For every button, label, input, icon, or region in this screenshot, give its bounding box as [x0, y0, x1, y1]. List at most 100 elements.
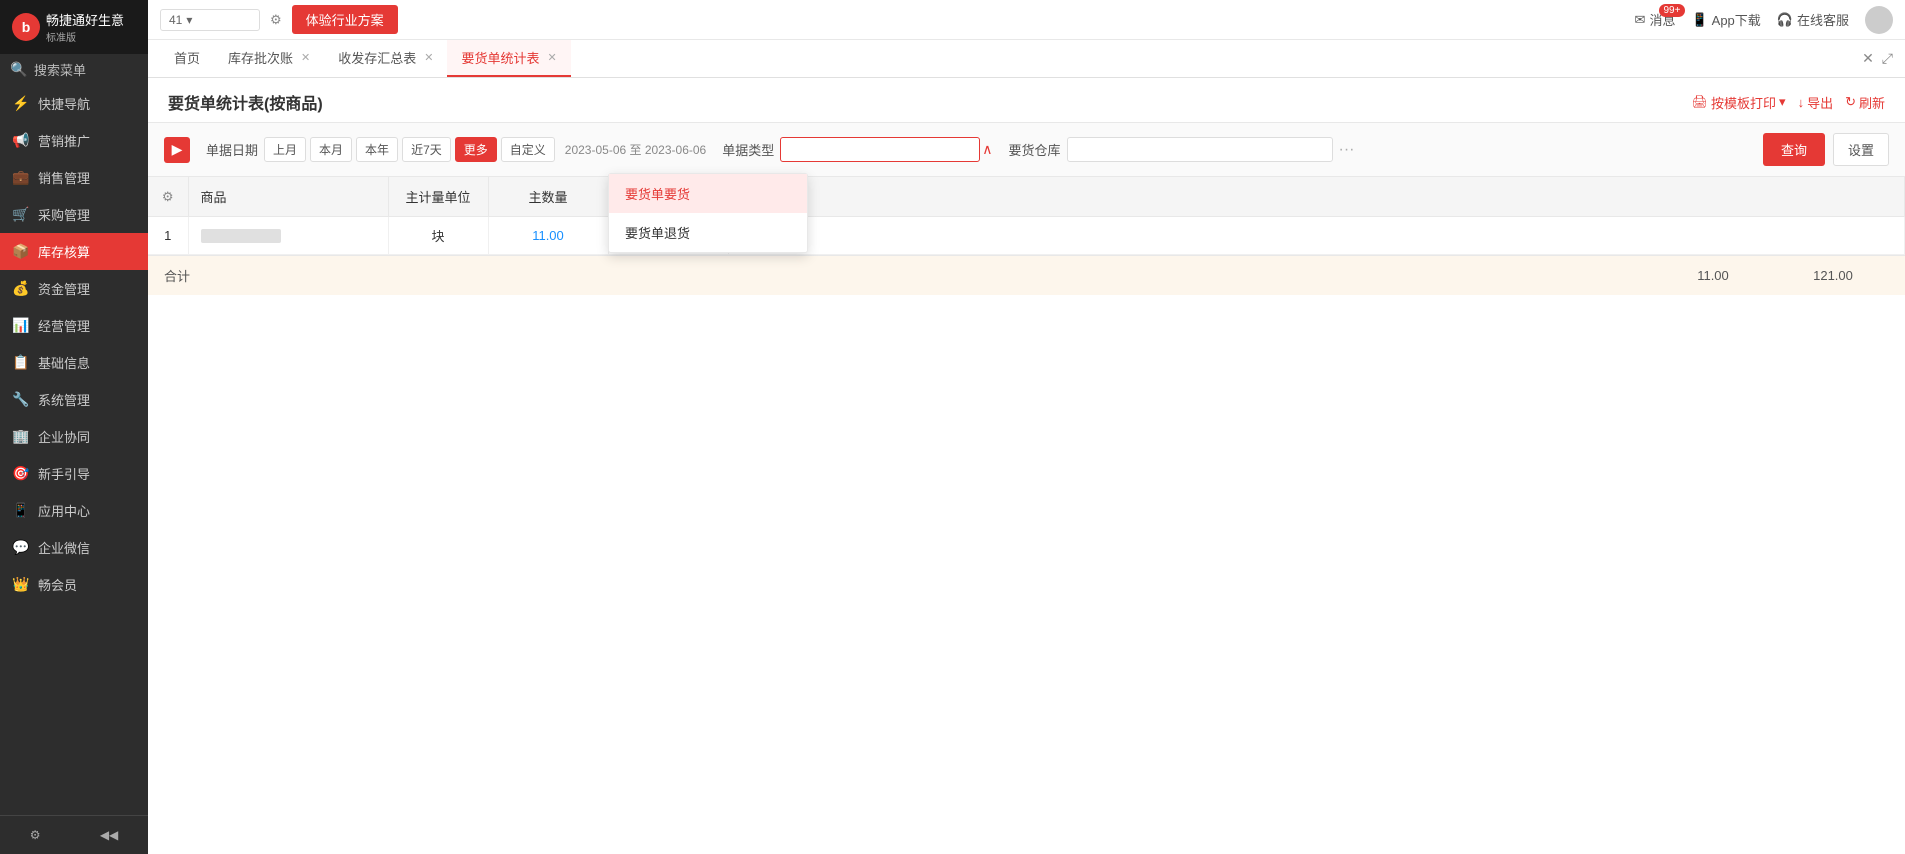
app-download-label: App下载	[1712, 10, 1761, 29]
sidebar-item-shortcuts[interactable]: ⚡ 快捷导航	[0, 85, 148, 122]
sidebar-item-search[interactable]: 🔍 搜索菜单	[0, 54, 148, 85]
sidebar-item-inventory[interactable]: 📦 库存核算	[0, 233, 148, 270]
sidebar-item-enterprise[interactable]: 🏢 企业协同	[0, 418, 148, 455]
sidebar-settings-btn[interactable]: ⚙	[22, 824, 49, 846]
query-button[interactable]: 查询	[1763, 133, 1825, 166]
export-icon: ↓	[1798, 95, 1805, 110]
sidebar-item-sales[interactable]: 💼 销售管理	[0, 159, 148, 196]
app-download-link[interactable]: 📱 App下载	[1691, 10, 1760, 29]
wechat-icon: 💬	[12, 539, 30, 557]
filter-expand-btn[interactable]: ▶	[164, 137, 190, 163]
qty-link[interactable]: 11.00	[532, 228, 564, 243]
col-header-qty: 主数量	[488, 177, 608, 217]
sidebar-item-wechat[interactable]: 💬 企业微信	[0, 529, 148, 566]
tab-inventory-batch[interactable]: 库存批次账 ✕	[214, 40, 324, 77]
online-service-link[interactable]: 🎧 在线客服	[1777, 10, 1849, 29]
tab-label: 首页	[174, 48, 200, 67]
inventory-icon: 📦	[12, 243, 30, 261]
footer-qty: 11.00	[1653, 268, 1773, 283]
print-icon: 🖨	[1692, 94, 1709, 110]
tab-receivable-summary[interactable]: 收发存汇总表 ✕	[324, 40, 447, 77]
type-filter-input[interactable]	[780, 137, 980, 162]
print-dropdown-arrow: ▾	[1779, 94, 1786, 110]
sidebar-item-label: 畅会员	[38, 575, 77, 594]
user-avatar[interactable]	[1865, 6, 1893, 34]
header-right: ✉ 消息 99+ 📱 App下载 🎧 在线客服	[1635, 6, 1893, 34]
type-dropdown: 要货单要货 要货单退货	[608, 173, 808, 253]
export-label: 导出	[1807, 93, 1833, 112]
store-dropdown-arrow: ▾	[186, 13, 192, 27]
sidebar-item-label: 销售管理	[38, 168, 90, 187]
refresh-icon: ↻	[1845, 94, 1856, 110]
product-placeholder	[201, 229, 281, 243]
date-btn-more[interactable]: 更多	[455, 137, 497, 162]
sidebar-item-finance[interactable]: 💰 资金管理	[0, 270, 148, 307]
app-name: 畅捷通好生意	[46, 10, 124, 29]
print-action[interactable]: 🖨 按模板打印 ▾	[1692, 93, 1786, 112]
sidebar-item-label: 基础信息	[38, 353, 90, 372]
top-header: 41 ▾ ⚙ 体验行业方案 ✉ 消息 99+ 📱 App下载 🎧 在线客服	[148, 0, 1905, 40]
message-badge[interactable]: ✉ 消息 99+	[1635, 10, 1676, 29]
window-close-btn[interactable]: ✕	[1862, 50, 1874, 67]
date-btn-this-year[interactable]: 本年	[356, 137, 398, 162]
industry-button[interactable]: 体验行业方案	[292, 5, 398, 34]
appstore-icon: 📱	[12, 502, 30, 520]
message-count: 99+	[1659, 4, 1686, 17]
sidebar-item-operation[interactable]: 📊 经营管理	[0, 307, 148, 344]
date-buttons: 上月 本月 本年 近7天 更多 自定义	[264, 137, 555, 162]
settings-button[interactable]: 设置	[1833, 133, 1889, 166]
refresh-action[interactable]: ↻ 刷新	[1845, 93, 1885, 112]
type-filter-group: 单据类型 ∧	[722, 137, 992, 162]
sidebar-item-label: 库存核算	[38, 242, 90, 261]
tab-close-order-summary[interactable]: ✕	[548, 51, 557, 64]
tab-home[interactable]: 首页	[160, 40, 214, 77]
print-label: 按模板打印	[1711, 93, 1776, 112]
sidebar-item-label: 快捷导航	[38, 94, 90, 113]
footer-label: 合计	[160, 266, 370, 285]
table-settings-icon[interactable]: ⚙	[148, 177, 188, 217]
type-filter-arrow[interactable]: ∧	[982, 141, 992, 158]
warehouse-filter-label: 要货仓库	[1008, 140, 1060, 159]
col-header-unit: 主计量单位	[388, 177, 488, 217]
header-gear-icon[interactable]: ⚙	[270, 12, 282, 28]
tab-close-receivable-summary[interactable]: ✕	[424, 51, 433, 64]
sidebar-collapse-btn[interactable]: ◀◀	[92, 824, 126, 846]
operation-icon: 📊	[12, 317, 30, 335]
sidebar-item-label: 系统管理	[38, 390, 90, 409]
export-action[interactable]: ↓ 导出	[1798, 93, 1834, 112]
dropdown-item-order-return[interactable]: 要货单退货	[609, 213, 807, 252]
store-selector[interactable]: 41 ▾	[160, 9, 260, 31]
sidebar-item-marketing[interactable]: 📢 营销推广	[0, 122, 148, 159]
sidebar-item-label: 搜索菜单	[34, 60, 86, 79]
sidebar-item-guide[interactable]: 🎯 新手引导	[0, 455, 148, 492]
tab-bar: 首页 库存批次账 ✕ 收发存汇总表 ✕ 要货单统计表 ✕ ✕ ⤢	[148, 40, 1905, 78]
app-name-block: 畅捷通好生意 标准版	[46, 10, 124, 44]
warehouse-filter-input[interactable]	[1067, 137, 1333, 162]
logo-icon: b	[12, 13, 40, 41]
sidebar-item-purchase[interactable]: 🛒 采购管理	[0, 196, 148, 233]
enterprise-icon: 🏢	[12, 428, 30, 446]
data-table-wrapper: ⚙ 商品 主计量单位 主数量 零售金额 1 块	[148, 177, 1905, 255]
tab-close-inventory-batch[interactable]: ✕	[301, 51, 310, 64]
date-filter-label: 单据日期	[206, 140, 258, 159]
cell-extra	[728, 217, 1905, 255]
sidebar-item-basic[interactable]: 📋 基础信息	[0, 344, 148, 381]
type-filter-label: 单据类型	[722, 140, 774, 159]
dropdown-item-order-goods[interactable]: 要货单要货	[609, 174, 807, 213]
date-btn-custom[interactable]: 自定义	[501, 137, 555, 162]
sidebar-item-system[interactable]: 🔧 系统管理	[0, 381, 148, 418]
sidebar-item-appstore[interactable]: 📱 应用中心	[0, 492, 148, 529]
date-btn-last-7-days[interactable]: 近7天	[402, 137, 451, 162]
date-range-display: 2023-05-06 至 2023-06-06	[565, 141, 706, 158]
sidebar-item-label: 营销推广	[38, 131, 90, 150]
purchase-icon: 🛒	[12, 206, 30, 224]
tab-order-summary[interactable]: 要货单统计表 ✕	[447, 40, 570, 77]
window-expand-btn[interactable]: ⤢	[1882, 50, 1893, 67]
warehouse-more-btn[interactable]: ···	[1339, 141, 1355, 159]
refresh-label: 刷新	[1859, 93, 1885, 112]
date-btn-this-month[interactable]: 本月	[310, 137, 352, 162]
warehouse-filter-group: 要货仓库 ···	[1008, 137, 1354, 162]
date-btn-last-month[interactable]: 上月	[264, 137, 306, 162]
sidebar-item-vip[interactable]: 👑 畅会员	[0, 566, 148, 603]
mobile-icon: 📱	[1691, 12, 1707, 28]
